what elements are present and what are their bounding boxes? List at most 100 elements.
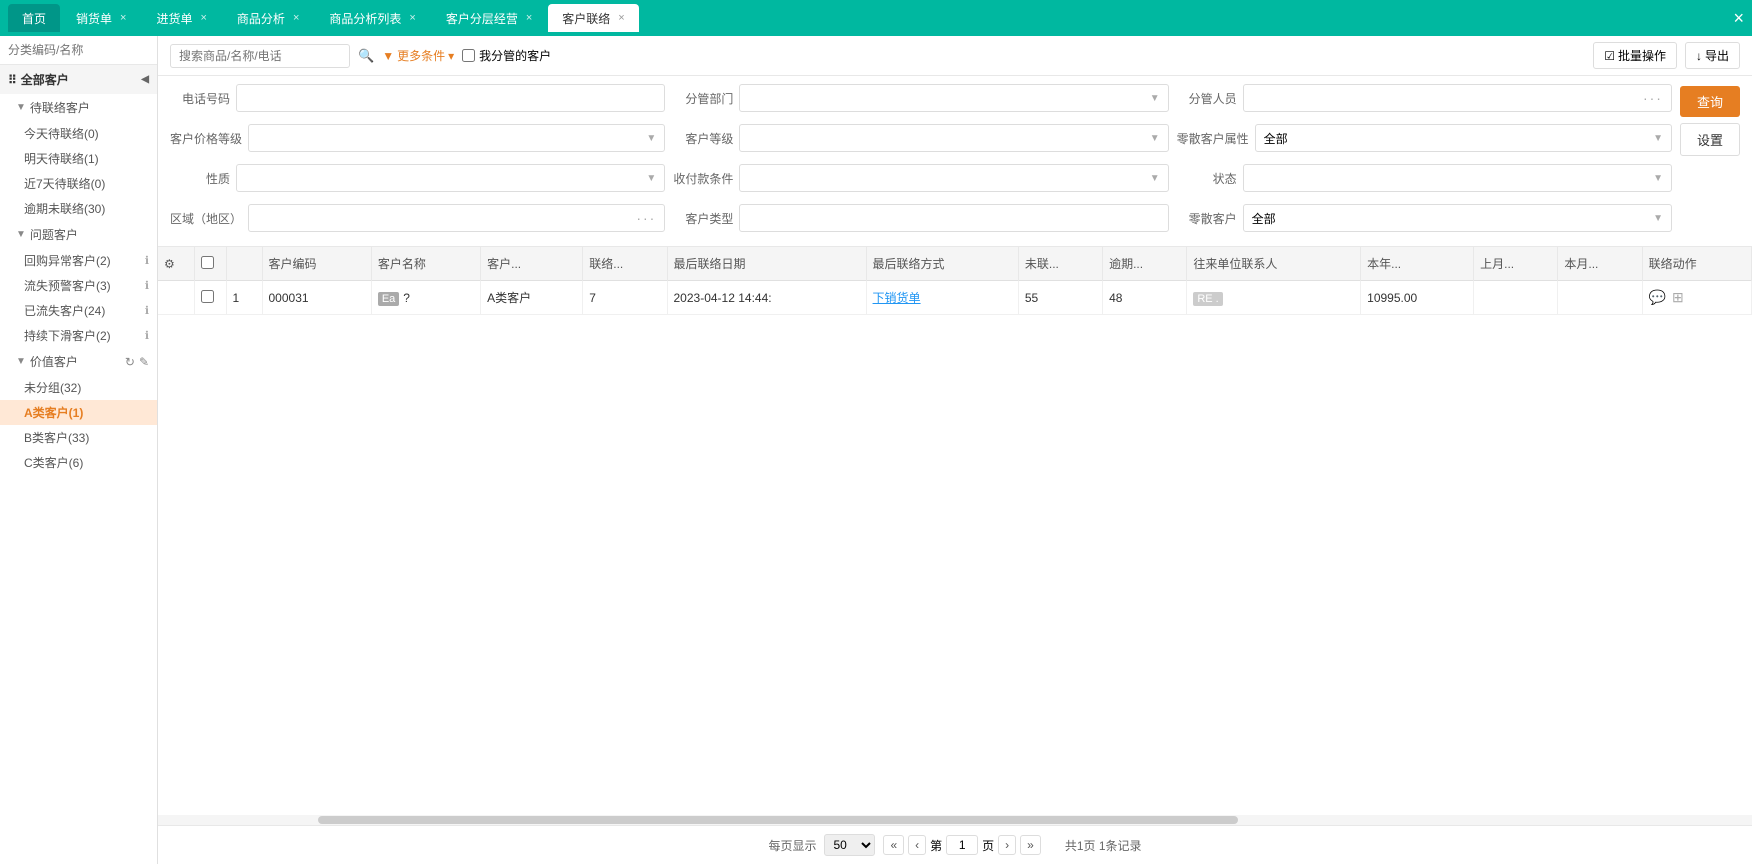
sidebar-item-ungrouped[interactable]: 未分组(32)	[0, 375, 157, 400]
sidebar-item-today[interactable]: 今天待联络(0)	[0, 121, 157, 146]
phone-input[interactable]	[236, 84, 665, 112]
value-refresh-icon[interactable]: ↻	[125, 355, 135, 369]
col-type-label: 客户...	[487, 257, 521, 271]
value-edit-icon[interactable]: ✎	[139, 355, 149, 369]
filter-row-4: 区域（地区） ··· 客户类型	[170, 204, 1672, 232]
tab-customer-tier-close[interactable]: ×	[526, 12, 532, 24]
more-filters-button[interactable]: ▼ 更多条件 ▾	[382, 47, 454, 64]
customer-grade-select[interactable]: ▼	[739, 124, 1168, 152]
sidebar-pending-group[interactable]: ▼ 待联络客户	[0, 94, 157, 121]
search-input[interactable]	[170, 44, 350, 68]
sidebar-item-c-class[interactable]: C类客户(6)	[0, 450, 157, 475]
status-select[interactable]: ▼	[1243, 164, 1672, 192]
sidebar-item-repurchase[interactable]: 回购异常客户(2) ℹ	[0, 248, 157, 273]
sidebar-item-churn-warning[interactable]: 流失预警客户(3) ℹ	[0, 273, 157, 298]
sidebar-item-overdue[interactable]: 逾期未联络(30)	[0, 196, 157, 221]
query-button[interactable]: 查询	[1680, 86, 1740, 117]
tab-customer-contact-label: 客户联络	[562, 10, 610, 27]
filter-form: 电话号码 分管部门 ▼ 分管人员	[158, 76, 1752, 247]
sidebar-item-churned[interactable]: 已流失客户(24) ℹ	[0, 298, 157, 323]
region-label: 区域（地区）	[170, 210, 242, 227]
col-this-year[interactable]: 本年...	[1361, 247, 1474, 281]
my-customers-label: 我分管的客户	[479, 47, 551, 64]
price-grade-select[interactable]: ▼	[248, 124, 665, 152]
sidebar-search-input[interactable]	[8, 43, 158, 57]
tab-sales-close[interactable]: ×	[120, 12, 126, 24]
col-this-month[interactable]: 本月...	[1558, 247, 1642, 281]
grid-icon[interactable]: ⊞	[1672, 289, 1684, 306]
col-contact[interactable]: 联络...	[583, 247, 667, 281]
close-all-button[interactable]: ×	[1733, 8, 1744, 29]
tab-purchase[interactable]: 进货单 ×	[142, 4, 220, 32]
select-all-checkbox[interactable]	[201, 256, 214, 269]
tab-customer-contact[interactable]: 客户联络 ×	[548, 4, 638, 32]
churned-info-icon: ℹ	[145, 304, 149, 317]
last-page-button[interactable]: »	[1020, 835, 1041, 855]
col-last-method[interactable]: 最后联络方式	[866, 247, 1018, 281]
sidebar-item-7days[interactable]: 近7天待联络(0)	[0, 171, 157, 196]
payment-select[interactable]: ▼	[739, 164, 1168, 192]
nature-arrow-icon: ▼	[646, 173, 656, 184]
col-no-contact[interactable]: 未联...	[1018, 247, 1102, 281]
prev-page-button[interactable]: ‹	[908, 835, 926, 855]
sidebar-all-customers[interactable]: ⠿ 全部客户 ◀	[0, 65, 157, 94]
sidebar-item-a-class[interactable]: A类客户(1)	[0, 400, 157, 425]
my-customers-checkbox-container[interactable]: 我分管的客户	[462, 47, 551, 64]
export-button[interactable]: ↓ 导出	[1685, 42, 1740, 69]
region-select[interactable]: ···	[248, 204, 665, 232]
tab-home-label: 首页	[22, 10, 46, 27]
chat-icon[interactable]: 💬	[1649, 289, 1666, 306]
batch-button[interactable]: ☑ 批量操作	[1593, 42, 1677, 69]
page-size-select[interactable]: 50 10 20 100	[824, 834, 875, 856]
retail-customer-select[interactable]: 全部 ▼	[1243, 204, 1672, 232]
col-name[interactable]: 客户名称	[371, 247, 480, 281]
tab-home[interactable]: 首页	[8, 4, 60, 32]
tab-goods-analysis[interactable]: 商品分析 ×	[223, 4, 313, 32]
sidebar-item-declining[interactable]: 持续下滑客户(2) ℹ	[0, 323, 157, 348]
first-page-button[interactable]: «	[883, 835, 904, 855]
manager-select[interactable]: ···	[1243, 84, 1672, 112]
tab-sales[interactable]: 销货单 ×	[62, 4, 140, 32]
tab-purchase-close[interactable]: ×	[200, 12, 206, 24]
row-name-extra: ?	[403, 291, 410, 305]
page-number-input[interactable]	[946, 835, 978, 855]
col-code[interactable]: 客户编码	[262, 247, 371, 281]
sidebar-value-group[interactable]: ▼ 价值客户 ↻ ✎	[0, 348, 157, 375]
row-name-cell[interactable]: Ea?	[371, 281, 480, 315]
retail-attr-select[interactable]: 全部 ▼	[1255, 124, 1672, 152]
next-page-button[interactable]: ›	[998, 835, 1016, 855]
col-type[interactable]: 客户...	[481, 247, 583, 281]
tab-goods-list-close[interactable]: ×	[409, 12, 415, 24]
scrollbar-thumb[interactable]	[318, 816, 1238, 824]
problem-label: 问题客户	[30, 226, 78, 243]
page-label: 第	[930, 837, 942, 854]
tab-goods-analysis-close[interactable]: ×	[293, 12, 299, 24]
nature-select[interactable]: ▼	[236, 164, 665, 192]
dept-select[interactable]: ▼	[739, 84, 1168, 112]
nature-field: 性质 ▼	[170, 164, 665, 192]
col-this-year-label: 本年...	[1367, 257, 1401, 271]
col-last-month[interactable]: 上月...	[1474, 247, 1558, 281]
batch-label: 批量操作	[1618, 47, 1666, 64]
row-checkbox[interactable]	[201, 290, 214, 303]
tab-customer-contact-close[interactable]: ×	[618, 12, 624, 24]
value-group-actions: ↻ ✎	[125, 355, 149, 369]
tab-customer-tier[interactable]: 客户分层经营 ×	[432, 4, 546, 32]
sidebar-item-tomorrow[interactable]: 明天待联络(1)	[0, 146, 157, 171]
settings-button[interactable]: 设置	[1680, 123, 1740, 156]
customer-type-input[interactable]	[739, 204, 1168, 232]
my-customers-checkbox[interactable]	[462, 49, 475, 62]
tab-goods-analysis-label: 商品分析	[237, 10, 285, 27]
status-arrow-icon: ▼	[1653, 173, 1663, 184]
col-settings[interactable]: ⚙	[158, 247, 194, 281]
tab-goods-list[interactable]: 商品分析列表 ×	[315, 4, 429, 32]
horizontal-scrollbar[interactable]	[158, 815, 1752, 825]
sidebar-problem-group[interactable]: ▼ 问题客户	[0, 221, 157, 248]
row-last-method[interactable]: 下销货单	[873, 291, 921, 305]
col-overdue[interactable]: 逾期...	[1103, 247, 1187, 281]
tab-customer-tier-label: 客户分层经营	[446, 10, 518, 27]
col-unit-contact[interactable]: 往来单位联系人	[1187, 247, 1361, 281]
col-last-date[interactable]: 最后联络日期	[667, 247, 866, 281]
status-field: 状态 ▼	[1177, 164, 1672, 192]
sidebar-item-b-class[interactable]: B类客户(33)	[0, 425, 157, 450]
